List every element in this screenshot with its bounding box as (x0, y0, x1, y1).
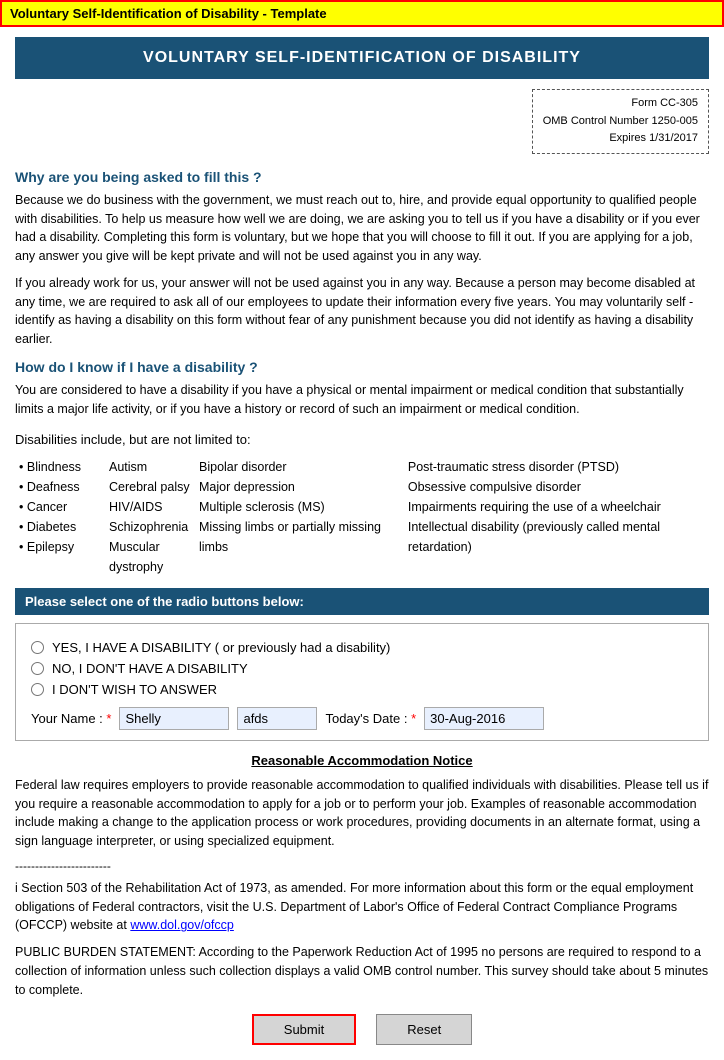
name-input[interactable] (119, 707, 229, 730)
notice-divider: ------------------------ (15, 859, 709, 873)
disability-item: Post-traumatic stress disorder (PTSD) (408, 457, 705, 477)
date-required: * (411, 711, 416, 726)
radio-yes-label: YES, I HAVE A DISABILITY ( or previously… (52, 640, 390, 655)
omb-control: OMB Control Number 1250-005 (543, 113, 698, 131)
disability-item: Blindness (19, 457, 101, 477)
disability-item: Major depression (199, 477, 400, 497)
disability-item: Schizophrenia (109, 517, 191, 537)
title-bar: Voluntary Self-Identification of Disabil… (0, 0, 724, 27)
disability-item: Multiple sclerosis (MS) (199, 497, 400, 517)
disability-item: Deafness (19, 477, 101, 497)
disability-item: dystrophy (109, 557, 191, 577)
submit-button[interactable]: Submit (252, 1014, 356, 1045)
notice-para2: i Section 503 of the Rehabilitation Act … (15, 879, 709, 935)
name-required: * (106, 711, 111, 726)
date-input[interactable] (424, 707, 544, 730)
disability-item: Bipolar disorder (199, 457, 400, 477)
notice-title: Reasonable Accommodation Notice (15, 753, 709, 768)
radio-yes[interactable] (31, 641, 44, 654)
section1-para1: Because we do business with the governme… (15, 191, 709, 266)
disability-item: Epilepsy (19, 537, 101, 557)
radio-option-yes[interactable]: YES, I HAVE A DISABILITY ( or previously… (31, 640, 693, 655)
expires: Expires 1/31/2017 (543, 130, 698, 148)
radio-notwish-label: I DON'T WISH TO ANSWER (52, 682, 217, 697)
radio-no[interactable] (31, 662, 44, 675)
disabilities-table: Blindness Deafness Cancer Diabetes Epile… (15, 456, 709, 578)
main-header-title: VOLUNTARY SELF-IDENTIFICATION OF DISABIL… (143, 49, 581, 66)
title-bar-label: Voluntary Self-Identification of Disabil… (10, 6, 327, 21)
section1-heading: Why are you being asked to fill this ? (15, 169, 709, 185)
radio-no-label: NO, I DON'T HAVE A DISABILITY (52, 661, 248, 676)
form-number: Form CC-305 (543, 95, 698, 113)
notice-section: Reasonable Accommodation Notice Federal … (15, 753, 709, 1000)
radio-option-notwish[interactable]: I DON'T WISH TO ANSWER (31, 682, 693, 697)
notice-para1: Federal law requires employers to provid… (15, 776, 709, 851)
radio-notwish[interactable] (31, 683, 44, 696)
reset-button[interactable]: Reset (376, 1014, 472, 1045)
disability-item: Diabetes (19, 517, 101, 537)
middle-input[interactable] (237, 707, 317, 730)
section1-para2: If you already work for us, your answer … (15, 274, 709, 349)
disability-item: Muscular (109, 537, 191, 557)
disabilities-col2: Autism Cerebral palsy HIV/AIDS Schizophr… (105, 456, 195, 578)
section2-heading: How do I know if I have a disability ? (15, 359, 709, 375)
notice-para3: PUBLIC BURDEN STATEMENT: According to th… (15, 943, 709, 999)
main-header: VOLUNTARY SELF-IDENTIFICATION OF DISABIL… (15, 37, 709, 79)
disability-item: HIV/AIDS (109, 497, 191, 517)
disability-item: Cancer (19, 497, 101, 517)
radio-section: YES, I HAVE A DISABILITY ( or previously… (15, 623, 709, 741)
disabilities-col3: Bipolar disorder Major depression Multip… (195, 456, 404, 578)
radio-section-header: Please select one of the radio buttons b… (15, 588, 709, 615)
disability-item: Intellectual disability (previously call… (408, 517, 705, 557)
radio-option-no[interactable]: NO, I DON'T HAVE A DISABILITY (31, 661, 693, 676)
disabilities-col1: Blindness Deafness Cancer Diabetes Epile… (15, 456, 105, 578)
disabilities-col4: Post-traumatic stress disorder (PTSD) Ob… (404, 456, 709, 578)
date-label: Today's Date : * (325, 711, 416, 726)
name-label: Your Name : * (31, 711, 111, 726)
form-info-box: Form CC-305 OMB Control Number 1250-005 … (532, 89, 709, 154)
disability-item: Autism (109, 457, 191, 477)
disabilities-header: Disabilities include, but are not limite… (15, 430, 709, 450)
ofccp-link[interactable]: www.dol.gov/ofccp (130, 918, 234, 932)
disability-item: Impairments requiring the use of a wheel… (408, 497, 705, 517)
button-row: Submit Reset (15, 1014, 709, 1045)
name-row: Your Name : * Today's Date : * (31, 707, 693, 730)
disability-item: Cerebral palsy (109, 477, 191, 497)
disability-item: Missing limbs or partially missing limbs (199, 517, 400, 557)
disability-item: Obsessive compulsive disorder (408, 477, 705, 497)
section2-para1: You are considered to have a disability … (15, 381, 709, 419)
